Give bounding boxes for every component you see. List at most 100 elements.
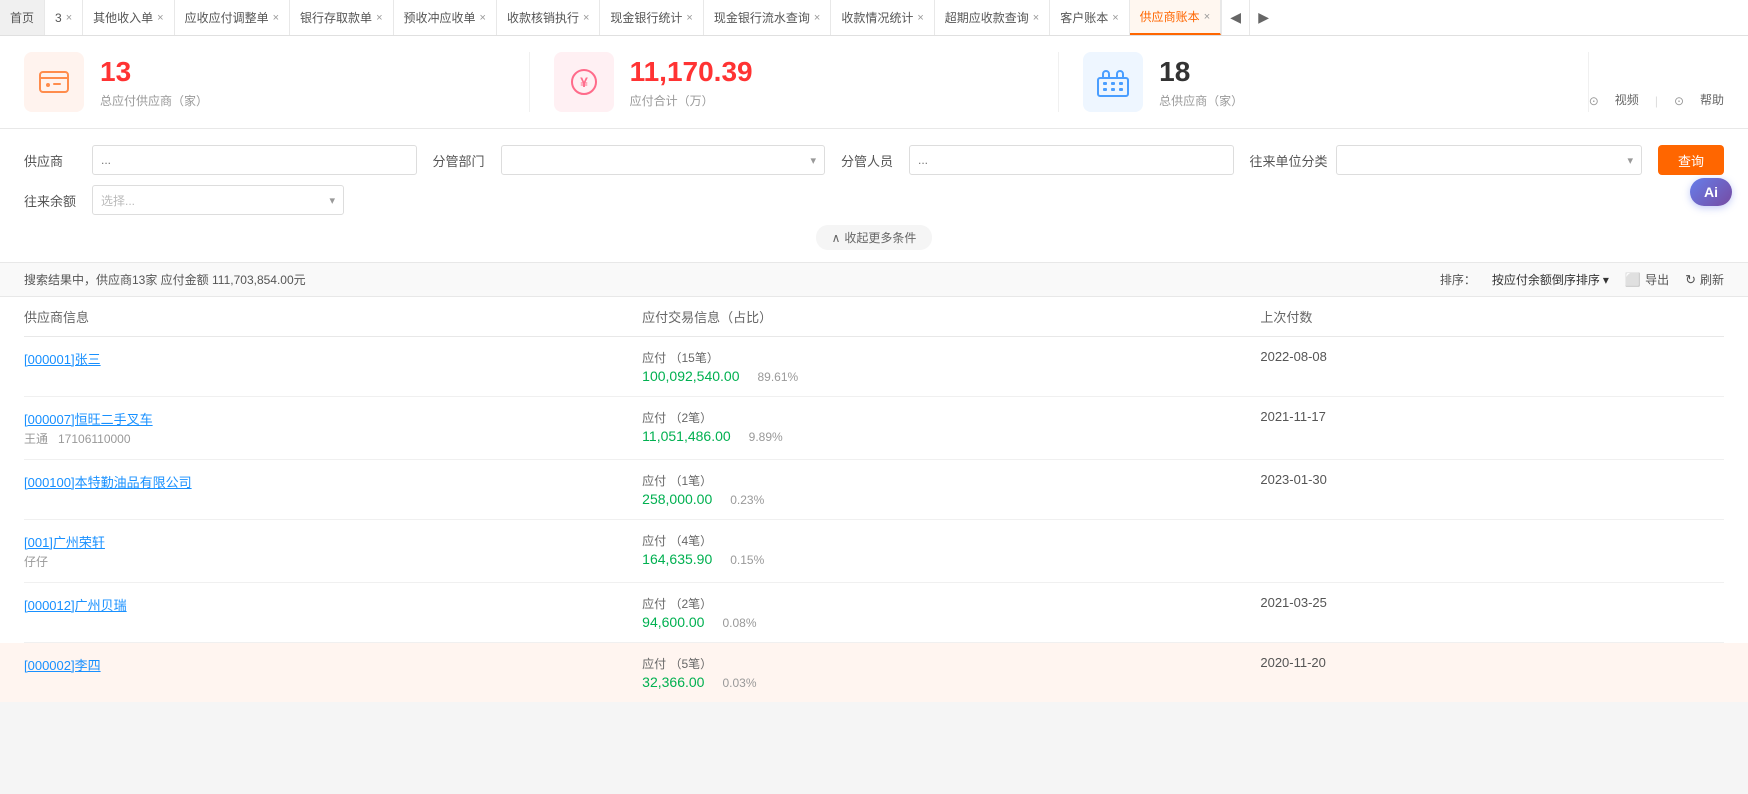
person-input[interactable] [909,145,1234,175]
total-suppliers-label: 总供应商（家） [1159,92,1243,109]
balance-filter: 往来余额 选择... ▾ [24,185,344,215]
export-icon: ⬜ [1625,272,1641,288]
last-payment-5: 2021-03-25 [1260,595,1327,610]
top-navigation: 首页 3 × 其他收入单 × 应收应付调整单 × 银行存取款单 × 预收冲应收单… [0,0,1748,36]
supplier-filter: 供应商 [24,145,417,175]
balance-select[interactable]: 选择... ▾ [92,185,344,215]
supplier-link-5[interactable]: [000012]广州贝瑞 [24,598,127,613]
supplier-link-4[interactable]: [001]广州荣轩 [24,535,105,550]
circle-icon2: ⊙ [1674,94,1684,108]
refresh-label: 刷新 [1700,271,1724,288]
help-link[interactable]: 帮助 [1700,91,1724,108]
trans-pct-1: 89.61% [758,370,799,384]
supplier-link-3[interactable]: [000100]本特勤油品有限公司 [24,475,192,490]
nav-tab-home[interactable]: 首页 [0,0,45,35]
payable-adjust-close[interactable]: × [273,12,279,24]
table-row: [000002]李四 应付 （5笔） 32,366.00 0.03% 2020-… [0,643,1748,702]
collapse-button[interactable]: ∧ 收起更多条件 [816,225,933,250]
category-select[interactable]: ▾ [1336,145,1642,175]
supplier-filter-label: 供应商 [24,151,84,170]
bank-deposit-label: 银行存取款单 [300,9,372,26]
customer-account-label: 客户账本 [1060,9,1108,26]
trans-amount-1: 100,092,540.00 [642,368,739,384]
collect-verify-close[interactable]: × [583,12,589,24]
sort-value: 按应付余额倒序排序 [1492,271,1600,288]
nav-tab-3[interactable]: 3 × [45,0,83,35]
nav-tab-customer-account[interactable]: 客户账本 × [1050,0,1129,35]
collapse-label: 收起更多条件 [844,229,916,246]
trans-type-4: 应付 （4笔） [642,532,1260,549]
nav-arrow-right[interactable]: ▶ [1249,0,1277,35]
collect-verify-label: 收款核销执行 [507,9,579,26]
balance-select-placeholder: 选择... [101,192,135,209]
trans-amount-row-2: 11,051,486.00 9.89% [642,426,1260,444]
sort-select[interactable]: 按应付余额倒序排序 ▾ [1492,271,1609,288]
header-last-payment: 上次付数 [1260,307,1724,326]
other-income-close[interactable]: × [157,12,163,24]
cash-bank-stat-label: 现金银行统计 [610,9,682,26]
bank-deposit-close[interactable]: × [376,12,382,24]
query-button[interactable]: 查询 [1658,145,1724,175]
trans-amount-4: 164,635.90 [642,551,712,567]
trans-amount-6: 32,366.00 [642,674,704,690]
nav-tab-supplier-account[interactable]: 供应商账本 × [1130,0,1221,35]
export-button[interactable]: ⬜ 导出 [1625,271,1669,288]
transaction-cell-1: 应付 （15笔） 100,092,540.00 89.61% [642,349,1260,384]
table-row: [001]广州荣轩 仔仔 应付 （4笔） 164,635.90 0.15% [24,520,1724,583]
advance-collect-label: 预收冲应收单 [404,9,476,26]
nav-tab-collect-verify[interactable]: 收款核销执行 × [497,0,600,35]
header-transaction-info: 应付交易信息（占比） [642,307,1260,326]
total-suppliers-info: 18 总供应商（家） [1159,55,1243,110]
nav-tab-overdue-collect[interactable]: 超期应收款查询 × [935,0,1050,35]
total-suppliers-count: 18 [1159,55,1243,89]
balance-chevron-icon: ▾ [329,194,335,207]
customer-account-close[interactable]: × [1112,12,1118,24]
category-filter-label: 往来单位分类 [1250,151,1328,170]
other-income-label: 其他收入单 [93,9,153,26]
home-tab-label: 首页 [10,9,34,26]
ai-badge[interactable]: Ai [1690,178,1732,206]
nav-tab-advance-collect[interactable]: 预收冲应收单 × [394,0,497,35]
cash-bank-stat-close[interactable]: × [686,12,692,24]
results-bar: 搜索结果中，供应商13家 应付金额 111,703,854.00元 排序： 按应… [0,263,1748,297]
tab3-label: 3 [55,11,62,25]
trans-amount-row-1: 100,092,540.00 89.61% [642,366,1260,384]
supplier-cell-6: [000002]李四 [24,655,642,674]
supplier-link-6[interactable]: [000002]李四 [24,658,101,673]
cash-bank-flow-close[interactable]: × [814,12,820,24]
tab3-close[interactable]: × [66,12,72,24]
payable-adjust-label: 应收应付调整单 [185,9,269,26]
filter-row-1: 供应商 分管部门 ▾ 分管人员 往来单位分类 ▾ 查询 [24,145,1724,175]
nav-tab-other-income[interactable]: 其他收入单 × [83,0,174,35]
overdue-collect-close[interactable]: × [1033,12,1039,24]
video-link[interactable]: 视频 [1615,91,1639,108]
last-payment-cell-1: 2022-08-08 [1260,349,1724,364]
trans-amount-3: 258,000.00 [642,491,712,507]
results-summary: 搜索结果中，供应商13家 应付金额 111,703,854.00元 [24,271,306,288]
dept-filter: 分管部门 ▾ [433,145,826,175]
supplier-account-close[interactable]: × [1204,11,1210,23]
nav-tab-bank-deposit[interactable]: 银行存取款单 × [290,0,393,35]
nav-tab-collect-stat[interactable]: 收款情况统计 × [831,0,934,35]
nav-tab-cash-bank-stat[interactable]: 现金银行统计 × [600,0,703,35]
trans-amount-row-3: 258,000.00 0.23% [642,489,1260,507]
supplier-input[interactable] [92,145,417,175]
supplier-link-1[interactable]: [000001]张三 [24,352,101,367]
last-payment-1: 2022-08-08 [1260,349,1327,364]
dept-filter-label: 分管部门 [433,151,493,170]
dept-select[interactable]: ▾ [501,145,826,175]
refresh-button[interactable]: ↻ 刷新 [1685,271,1724,288]
nav-arrow-left[interactable]: ◀ [1221,0,1249,35]
payable-suppliers-label: 总应付供应商（家） [100,92,208,109]
collect-stat-close[interactable]: × [917,12,923,24]
nav-tab-cash-bank-flow[interactable]: 现金银行流水查询 × [704,0,831,35]
supplier-link-2[interactable]: [000007]恒旺二手叉车 [24,412,153,427]
table-row: [000100]本特勤油品有限公司 应付 （1笔） 258,000.00 0.2… [24,460,1724,520]
supplier-cell-2: [000007]恒旺二手叉车 王通 17106110000 [24,409,642,447]
last-payment-cell-3: 2023-01-30 [1260,472,1724,487]
category-chevron-icon: ▾ [1627,154,1633,167]
nav-tab-payable-adjust[interactable]: 应收应付调整单 × [175,0,290,35]
header-supplier-info: 供应商信息 [24,307,642,326]
payable-total-amount: 11,170.39 [630,55,753,89]
advance-collect-close[interactable]: × [480,12,486,24]
